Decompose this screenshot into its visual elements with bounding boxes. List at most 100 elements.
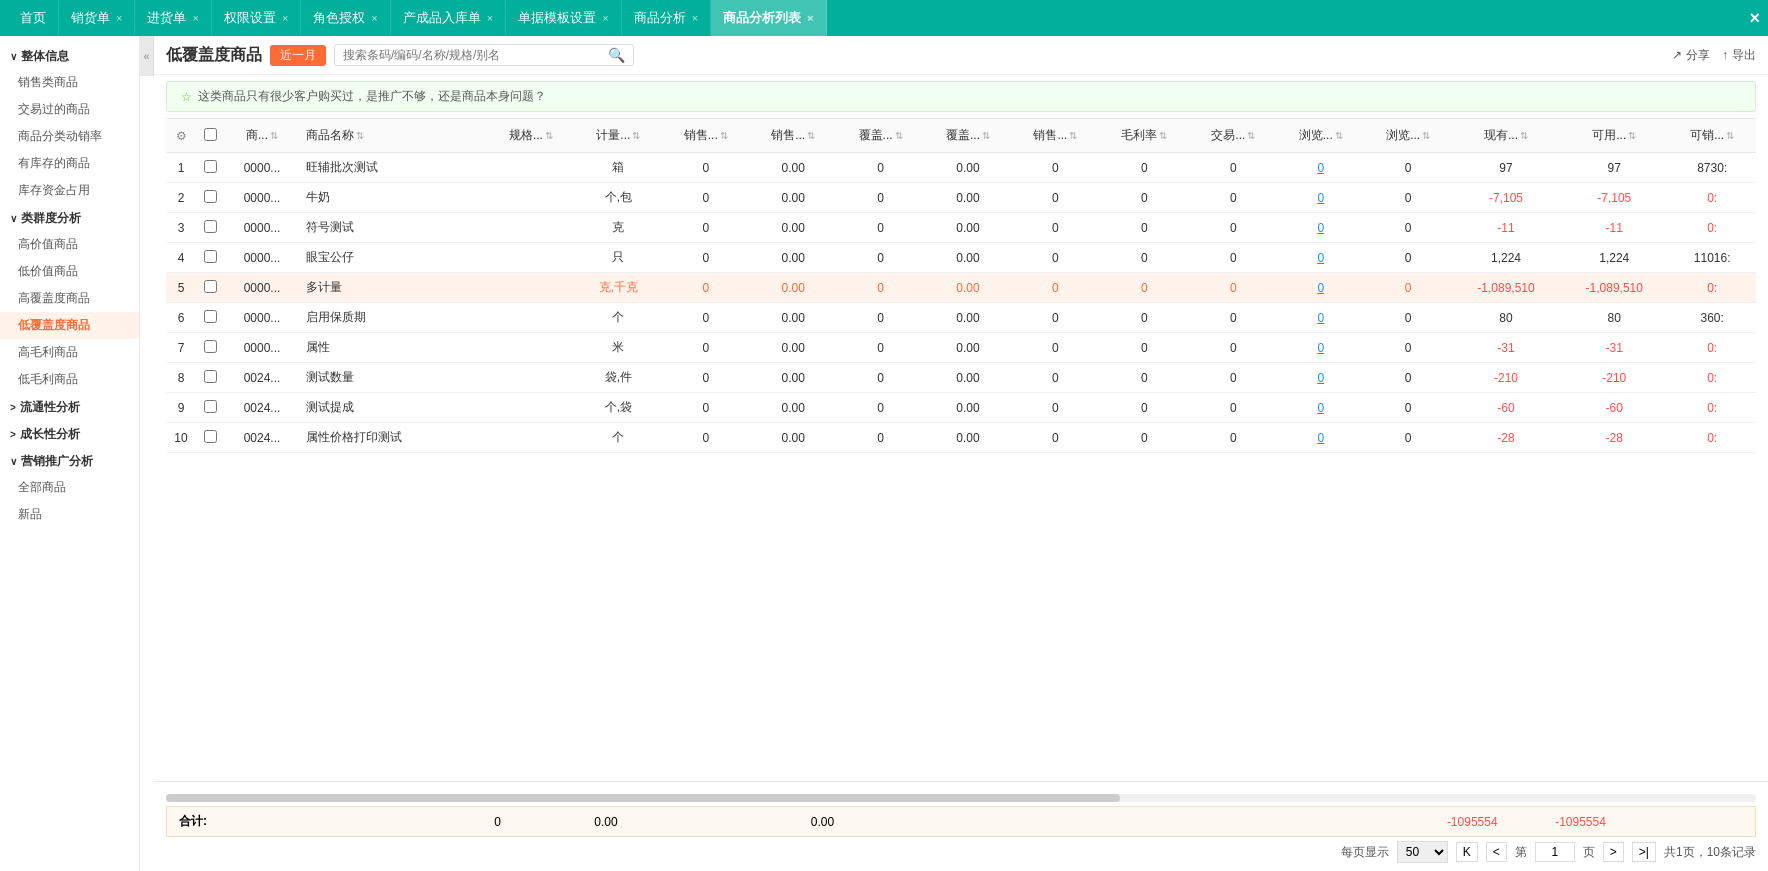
export-button[interactable]: ↑ 导出 — [1722, 47, 1756, 64]
next-page-button[interactable]: > — [1603, 842, 1624, 862]
nav-tab-template[interactable]: 单据模板设置 × — [506, 0, 621, 36]
close-icon[interactable]: × — [602, 12, 608, 24]
row-browse1[interactable]: 0 — [1277, 183, 1364, 213]
close-icon[interactable]: × — [487, 12, 493, 24]
col-name[interactable]: 商品名称⇅ — [300, 119, 487, 153]
col-browse1[interactable]: 浏览...⇅ — [1277, 119, 1364, 153]
sidebar-item-low-coverage[interactable]: 低覆盖度商品 — [0, 312, 139, 339]
nav-tab-purchase[interactable]: 进货单 × — [135, 0, 211, 36]
col-gross-margin[interactable]: 毛利率⇅ — [1099, 119, 1190, 153]
row-select-checkbox[interactable] — [204, 430, 217, 443]
close-icon[interactable]: × — [282, 12, 288, 24]
row-checkbox[interactable] — [196, 363, 224, 393]
first-page-button[interactable]: K — [1456, 842, 1478, 862]
settings-icon[interactable]: ⚙ — [176, 129, 187, 143]
browse-link[interactable]: 0 — [1317, 401, 1324, 415]
select-all-checkbox[interactable] — [204, 128, 217, 141]
sidebar-section-growth[interactable]: > 成长性分析 — [0, 420, 139, 447]
last-page-button[interactable]: >| — [1632, 842, 1656, 862]
browse-link[interactable]: 0 — [1317, 251, 1324, 265]
sidebar-item-low-margin[interactable]: 低毛利商品 — [0, 366, 139, 393]
row-checkbox[interactable] — [196, 393, 224, 423]
scrollbar-thumb[interactable] — [166, 794, 1120, 802]
browse-link[interactable]: 0 — [1317, 341, 1324, 355]
sidebar-item-traded-products[interactable]: 交易过的商品 — [0, 96, 139, 123]
horizontal-scrollbar[interactable] — [166, 794, 1756, 802]
sidebar-item-sales-products[interactable]: 销售类商品 — [0, 69, 139, 96]
close-icon[interactable]: × — [807, 12, 813, 24]
row-checkbox[interactable] — [196, 273, 224, 303]
col-sales3[interactable]: 销售...⇅ — [1012, 119, 1099, 153]
col-browse2[interactable]: 浏览...⇅ — [1364, 119, 1451, 153]
browse-link[interactable]: 0 — [1317, 281, 1324, 295]
row-browse1[interactable]: 0 — [1277, 303, 1364, 333]
row-select-checkbox[interactable] — [204, 370, 217, 383]
browse-link[interactable]: 0 — [1317, 221, 1324, 235]
nav-tab-roles[interactable]: 角色授权 × — [301, 0, 390, 36]
browse-link[interactable]: 0 — [1317, 191, 1324, 205]
col-available-stock[interactable]: 可用...⇅ — [1560, 119, 1668, 153]
row-checkbox[interactable] — [196, 243, 224, 273]
row-browse1[interactable]: 0 — [1277, 423, 1364, 453]
browse-link[interactable]: 0 — [1317, 161, 1324, 175]
sidebar-item-low-value[interactable]: 低价值商品 — [0, 258, 139, 285]
row-browse1[interactable]: 0 — [1277, 393, 1364, 423]
row-checkbox[interactable] — [196, 153, 224, 183]
row-checkbox[interactable] — [196, 303, 224, 333]
row-checkbox[interactable] — [196, 183, 224, 213]
row-checkbox[interactable] — [196, 333, 224, 363]
col-transaction[interactable]: 交易...⇅ — [1190, 119, 1277, 153]
col-sales1[interactable]: 销售...⇅ — [662, 119, 749, 153]
row-select-checkbox[interactable] — [204, 340, 217, 353]
sidebar-section-liquidity[interactable]: > 流通性分析 — [0, 393, 139, 420]
col-coverage1[interactable]: 覆盖...⇅ — [837, 119, 924, 153]
row-browse1[interactable]: 0 — [1277, 153, 1364, 183]
col-code[interactable]: 商...⇅ — [224, 119, 300, 153]
col-sales2[interactable]: 销售...⇅ — [749, 119, 836, 153]
row-select-checkbox[interactable] — [204, 190, 217, 203]
row-browse1[interactable]: 0 — [1277, 273, 1364, 303]
close-icon[interactable]: × — [192, 12, 198, 24]
close-icon[interactable]: × — [116, 12, 122, 24]
row-select-checkbox[interactable] — [204, 280, 217, 293]
share-button[interactable]: ↗ 分享 — [1672, 47, 1710, 64]
row-browse1[interactable]: 0 — [1277, 333, 1364, 363]
row-select-checkbox[interactable] — [204, 220, 217, 233]
row-select-checkbox[interactable] — [204, 160, 217, 173]
col-unit[interactable]: 计量...⇅ — [575, 119, 662, 153]
nav-tab-analysis[interactable]: 商品分析 × — [622, 0, 711, 36]
row-select-checkbox[interactable] — [204, 400, 217, 413]
row-select-checkbox[interactable] — [204, 310, 217, 323]
col-current-stock[interactable]: 现有...⇅ — [1452, 119, 1560, 153]
sidebar-item-capital[interactable]: 库存资金占用 — [0, 177, 139, 204]
row-select-checkbox[interactable] — [204, 250, 217, 263]
row-browse1[interactable]: 0 — [1277, 243, 1364, 273]
close-icon[interactable]: × — [371, 12, 377, 24]
prev-page-button[interactable]: < — [1486, 842, 1507, 862]
browse-link[interactable]: 0 — [1317, 431, 1324, 445]
sidebar-item-high-coverage[interactable]: 高覆盖度商品 — [0, 285, 139, 312]
sidebar-section-cluster[interactable]: ∨ 类群度分析 — [0, 204, 139, 231]
sidebar-collapse-button[interactable]: « — [140, 36, 154, 76]
sidebar-section-overview[interactable]: ∨ 整体信息 — [0, 42, 139, 69]
sidebar-item-category-turnover[interactable]: 商品分类动销率 — [0, 123, 139, 150]
browse-link[interactable]: 0 — [1317, 311, 1324, 325]
col-settings[interactable]: ⚙ — [166, 119, 196, 153]
sidebar-item-high-margin[interactable]: 高毛利商品 — [0, 339, 139, 366]
row-checkbox[interactable] — [196, 213, 224, 243]
nav-tab-analysis-list[interactable]: 商品分析列表 × — [711, 0, 826, 36]
sidebar-item-new-products[interactable]: 新品 — [0, 501, 139, 528]
close-icon[interactable]: × — [692, 12, 698, 24]
close-all-button[interactable]: × — [1749, 8, 1760, 29]
col-checkbox[interactable] — [196, 119, 224, 153]
nav-tab-sales[interactable]: 销货单 × — [59, 0, 135, 36]
sidebar-item-high-value[interactable]: 高价值商品 — [0, 231, 139, 258]
sidebar-item-all-products[interactable]: 全部商品 — [0, 474, 139, 501]
search-input[interactable] — [343, 48, 608, 62]
row-browse1[interactable]: 0 — [1277, 363, 1364, 393]
sidebar-section-marketing[interactable]: ∨ 营销推广分析 — [0, 447, 139, 474]
page-number-input[interactable] — [1535, 842, 1575, 862]
col-coverage2[interactable]: 覆盖...⇅ — [924, 119, 1011, 153]
col-salable[interactable]: 可销...⇅ — [1668, 119, 1756, 153]
per-page-select[interactable]: 501020100 — [1397, 841, 1448, 863]
